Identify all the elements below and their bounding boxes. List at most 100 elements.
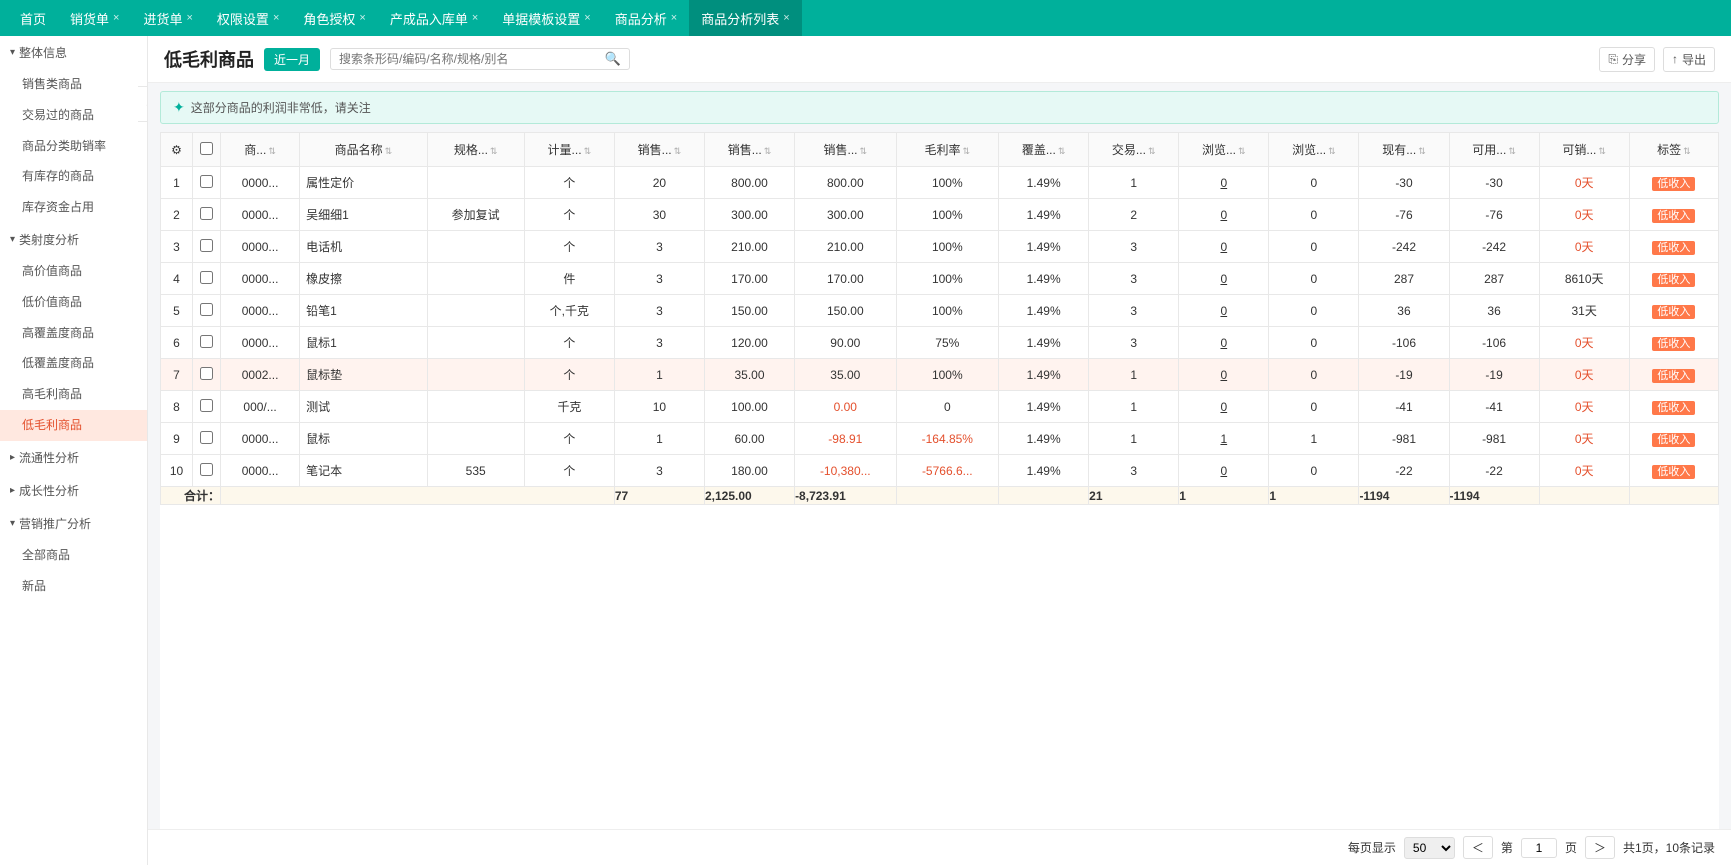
sidebar-item-high-value[interactable]: 高价值商品 — [0, 256, 147, 287]
row-checkbox[interactable] — [200, 207, 213, 220]
sidebar-item-category-rate[interactable]: 商品分类助销率 — [0, 131, 147, 162]
select-all-checkbox[interactable] — [200, 142, 213, 155]
cell-checkbox[interactable] — [193, 295, 221, 327]
col-view2[interactable]: 浏览...⇅ — [1269, 133, 1359, 167]
col-settings[interactable]: ⚙ — [161, 133, 193, 167]
page-suffix: 页 — [1565, 839, 1577, 856]
close-icon[interactable]: × — [359, 12, 365, 24]
header-actions: ⎘ 分享 ↑ 导出 — [1599, 47, 1715, 72]
cell-view1[interactable]: 0 — [1179, 359, 1269, 391]
page-input[interactable] — [1521, 838, 1557, 858]
sidebar-item-high-margin[interactable]: 高毛利商品 — [0, 379, 147, 410]
cell-view1[interactable]: 0 — [1179, 199, 1269, 231]
col-gross-margin[interactable]: 毛利率⇅ — [896, 133, 999, 167]
nav-template-settings[interactable]: 单据模板设置 × — [490, 0, 602, 36]
cell-checkbox[interactable] — [193, 327, 221, 359]
nav-product-analysis-list[interactable]: 商品分析列表 × — [689, 0, 801, 36]
prev-page-button[interactable]: ＜ — [1463, 836, 1493, 859]
cell-view2: 0 — [1269, 327, 1359, 359]
close-icon[interactable]: × — [472, 12, 478, 24]
col-tag[interactable]: 标签⇅ — [1629, 133, 1718, 167]
close-icon[interactable]: × — [783, 12, 789, 24]
cell-checkbox[interactable] — [193, 167, 221, 199]
row-checkbox[interactable] — [200, 463, 213, 476]
col-available[interactable]: 可用...⇅ — [1449, 133, 1539, 167]
col-sellable[interactable]: 可销...⇅ — [1539, 133, 1629, 167]
col-current-stock[interactable]: 现有...⇅ — [1359, 133, 1449, 167]
col-view1[interactable]: 浏览...⇅ — [1179, 133, 1269, 167]
search-input[interactable] — [339, 52, 605, 66]
row-checkbox[interactable] — [200, 303, 213, 316]
nav-permissions[interactable]: 权限设置 × — [205, 0, 291, 36]
nav-product-warehouse[interactable]: 产成品入库单 × — [378, 0, 490, 36]
cell-view1[interactable]: 1 — [1179, 423, 1269, 455]
sidebar-item-stocked-goods[interactable]: 有库存的商品 — [0, 161, 147, 192]
sidebar-item-all-goods[interactable]: 全部商品 — [0, 540, 147, 571]
sidebar-item-new-goods[interactable]: 新品 — [0, 571, 147, 602]
export-button[interactable]: ↑ 导出 — [1663, 47, 1715, 72]
col-unit[interactable]: 计量...⇅ — [524, 133, 614, 167]
footer-available: -1194 — [1449, 487, 1539, 505]
cell-view1[interactable]: 0 — [1179, 231, 1269, 263]
nav-home[interactable]: 首页 — [8, 0, 58, 36]
row-checkbox[interactable] — [200, 335, 213, 348]
cell-checkbox[interactable] — [193, 231, 221, 263]
table-row: 1 0000... 属性定价 个 20 800.00 800.00 100% 1… — [161, 167, 1719, 199]
col-spec[interactable]: 规格...⇅ — [427, 133, 524, 167]
cell-checkbox[interactable] — [193, 359, 221, 391]
cell-view1[interactable]: 0 — [1179, 391, 1269, 423]
close-icon[interactable]: × — [113, 12, 119, 24]
sidebar-item-low-coverage[interactable]: 低覆盖度商品 — [0, 348, 147, 379]
cell-view1[interactable]: 0 — [1179, 455, 1269, 487]
nav-purchase-order[interactable]: 进货单 × — [131, 0, 204, 36]
row-checkbox[interactable] — [200, 239, 213, 252]
cell-view1[interactable]: 0 — [1179, 263, 1269, 295]
sidebar-section-flow-analysis[interactable]: ▸ 流通性分析 — [0, 441, 147, 474]
nav-sales-order[interactable]: 销货单 × — [58, 0, 131, 36]
sidebar-section-category-analysis[interactable]: ▾ 类射度分析 — [0, 223, 147, 256]
sidebar-item-low-value[interactable]: 低价值商品 — [0, 287, 147, 318]
sidebar-item-sales-goods[interactable]: 销售类商品 — [0, 69, 147, 100]
col-trade-count[interactable]: 交易...⇅ — [1089, 133, 1179, 167]
col-checkbox[interactable] — [193, 133, 221, 167]
row-checkbox[interactable] — [200, 175, 213, 188]
col-name[interactable]: 商品名称⇅ — [300, 133, 427, 167]
row-checkbox[interactable] — [200, 431, 213, 444]
sidebar-item-stock-capital[interactable]: 库存资金占用 — [0, 192, 147, 223]
close-icon[interactable]: × — [671, 12, 677, 24]
sidebar-section-growth-analysis[interactable]: ▸ 成长性分析 — [0, 474, 147, 507]
cell-checkbox[interactable] — [193, 423, 221, 455]
close-icon[interactable]: × — [186, 12, 192, 24]
col-sales-qty[interactable]: 销售...⇅ — [614, 133, 704, 167]
sidebar-section-marketing-analysis[interactable]: ▾ 营销推广分析 — [0, 507, 147, 540]
sidebar-item-low-margin[interactable]: 低毛利商品 — [0, 410, 147, 441]
sidebar-section-overall[interactable]: ▾ 整体信息 — [0, 36, 147, 69]
cell-view1[interactable]: 0 — [1179, 295, 1269, 327]
col-code[interactable]: 商...⇅ — [221, 133, 300, 167]
next-page-button[interactable]: ＞ — [1585, 836, 1615, 859]
row-checkbox[interactable] — [200, 271, 213, 284]
filter-button[interactable]: 近一月 — [264, 48, 320, 71]
page-size-select[interactable]: 50 20 100 — [1404, 837, 1455, 859]
nav-role-auth[interactable]: 角色授权 × — [291, 0, 377, 36]
sidebar-item-high-coverage[interactable]: 高覆盖度商品 — [0, 318, 147, 349]
col-sales-price[interactable]: 销售...⇅ — [704, 133, 794, 167]
cell-spec: 535 — [427, 455, 524, 487]
cell-view1[interactable]: 0 — [1179, 327, 1269, 359]
row-checkbox[interactable] — [200, 399, 213, 412]
sidebar-collapse-button[interactable]: 《 — [138, 86, 148, 122]
cell-coverage: 1.49% — [999, 455, 1089, 487]
cell-checkbox[interactable] — [193, 263, 221, 295]
sidebar-item-traded-goods[interactable]: 交易过的商品 — [0, 100, 147, 131]
close-icon[interactable]: × — [584, 12, 590, 24]
cell-checkbox[interactable] — [193, 455, 221, 487]
close-icon[interactable]: × — [273, 12, 279, 24]
col-coverage[interactable]: 覆盖...⇅ — [999, 133, 1089, 167]
cell-view1[interactable]: 0 — [1179, 167, 1269, 199]
nav-product-analysis[interactable]: 商品分析 × — [603, 0, 689, 36]
row-checkbox[interactable] — [200, 367, 213, 380]
cell-checkbox[interactable] — [193, 199, 221, 231]
share-button[interactable]: ⎘ 分享 — [1599, 47, 1655, 72]
col-sales-amount[interactable]: 销售...⇅ — [795, 133, 896, 167]
cell-checkbox[interactable] — [193, 391, 221, 423]
